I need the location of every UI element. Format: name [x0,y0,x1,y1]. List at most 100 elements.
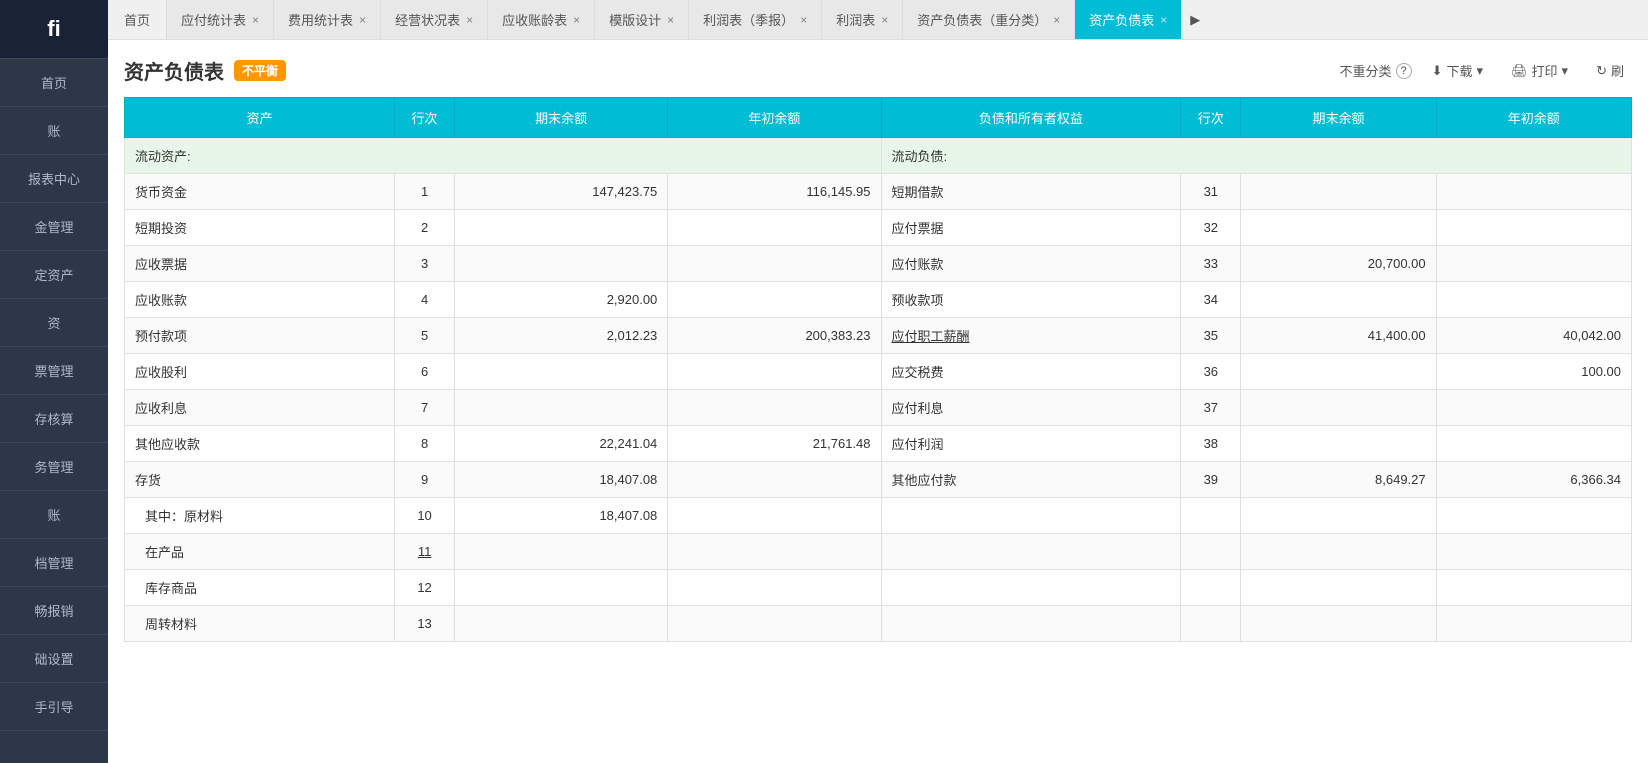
sidebar-item-ledger[interactable]: 账 [0,491,108,539]
asset-period-end [455,390,668,426]
asset-name: 在产品 [125,534,395,570]
asset-period-end [455,570,668,606]
tab-expense-stats[interactable]: 费用统计表 × [274,0,381,40]
table-row: 应收利息 7 应付利息 37 [125,390,1632,426]
table-row: 周转材料 13 [125,606,1632,642]
col-row-num2: 行次 [1181,98,1241,138]
download-icon: ⬇ [1432,63,1443,79]
page-header: 资产负债表 不平衡 不重分类 ? ⬇ 下载 ▾ 🖨 打印 ▾ ↻ [124,56,1632,85]
asset-name: 短期投资 [125,210,395,246]
asset-period-end: 147,423.75 [455,174,668,210]
asset-year-begin [668,210,881,246]
tab-profit[interactable]: 利润表 × [822,0,903,40]
tab-operations[interactable]: 经营状况表 × [381,0,488,40]
asset-name: 应收票据 [125,246,395,282]
tab-template-design[interactable]: 模版设计 × [595,0,689,40]
liability-row-num: 31 [1181,174,1241,210]
close-icon[interactable]: × [881,13,888,27]
sidebar-item-expense[interactable]: 畅报销 [0,587,108,635]
close-icon[interactable]: × [466,13,473,27]
close-icon[interactable]: × [1053,13,1060,27]
asset-year-begin [668,282,881,318]
liability-year-begin [1436,210,1631,246]
liability-name: 应付利润 [881,426,1181,462]
sidebar-item-ticket-mgmt[interactable]: 票管理 [0,347,108,395]
asset-row-num: 4 [395,282,455,318]
asset-name: 其他应收款 [125,426,395,462]
close-icon[interactable]: × [573,13,580,27]
liability-name: 短期借款 [881,174,1181,210]
close-icon[interactable]: × [359,13,366,27]
asset-year-begin [668,462,881,498]
close-icon[interactable]: × [800,13,807,27]
section-asset-label: 流动资产: [125,138,882,174]
asset-name: 应收利息 [125,390,395,426]
liability-period-end: 20,700.00 [1241,246,1436,282]
asset-period-end: 2,012.23 [455,318,668,354]
close-icon[interactable]: × [1160,13,1167,27]
liability-row-num: 33 [1181,246,1241,282]
liability-period-end [1241,606,1436,642]
sidebar-item-archive[interactable]: 档管理 [0,539,108,587]
close-icon[interactable]: × [252,13,259,27]
liability-name: 应付账款 [881,246,1181,282]
sidebar-item-home[interactable]: 首页 [0,59,108,107]
asset-period-end: 18,407.08 [455,498,668,534]
liability-name[interactable]: 应付职工薪酬 [881,318,1181,354]
tab-home[interactable]: 首页 [108,0,167,40]
sidebar-item-inventory[interactable]: 存核算 [0,395,108,443]
sidebar-item-fund-mgmt[interactable]: 金管理 [0,203,108,251]
asset-row-num: 9 [395,462,455,498]
sidebar-item-affairs-mgmt[interactable]: 务管理 [0,443,108,491]
asset-year-begin [668,498,881,534]
liability-row-num: 32 [1181,210,1241,246]
print-button[interactable]: 🖨 打印 ▾ [1503,57,1576,84]
tab-payable-stats[interactable]: 应付统计表 × [167,0,274,40]
col-period-end: 期末余额 [455,98,668,138]
table-row: 其他应收款 8 22,241.04 21,761.48 应付利润 38 [125,426,1632,462]
liability-row-num [1181,534,1241,570]
liability-period-end [1241,354,1436,390]
tab-receivable-aging[interactable]: 应收账龄表 × [488,0,595,40]
liability-year-begin [1436,498,1631,534]
sidebar-item-report-center[interactable]: 报表中心 [0,155,108,203]
tab-profit-quarterly[interactable]: 利润表（季报） × [689,0,822,40]
download-button[interactable]: ⬇ 下载 ▾ [1424,57,1491,84]
table-row: 其中：原材料 10 18,407.08 [125,498,1632,534]
asset-row-num: 12 [395,570,455,606]
sidebar-item-account[interactable]: 账 [0,107,108,155]
liability-name: 其他应付款 [881,462,1181,498]
asset-name: 应收账款 [125,282,395,318]
asset-row-num: 5 [395,318,455,354]
col-year-begin: 年初余额 [668,98,881,138]
sidebar-item-settings[interactable]: 础设置 [0,635,108,683]
close-icon[interactable]: × [667,13,674,27]
asset-period-end [455,354,668,390]
asset-period-end [455,210,668,246]
sidebar-item-resource[interactable]: 资 [0,299,108,347]
asset-name: 库存商品 [125,570,395,606]
sidebar-item-fixed-assets[interactable]: 定资产 [0,251,108,299]
no-classify-option[interactable]: 不重分类 ? [1340,61,1412,80]
sidebar: fi 首页 账 报表中心 金管理 定资产 资 票管理 存核算 务管理 账 档管理… [0,0,108,763]
section-liability-label: 流动负债: [881,138,1631,174]
liability-year-begin [1436,426,1631,462]
asset-row-num: 6 [395,354,455,390]
refresh-button[interactable]: ↻ 刷 [1588,57,1632,84]
balance-sheet-table: 资产 行次 期末余额 年初余额 负债和所有者权益 行次 期末余额 年初余额 流动… [124,97,1632,642]
asset-row-num[interactable]: 11 [395,534,455,570]
help-icon[interactable]: ? [1396,63,1412,79]
liability-row-num: 38 [1181,426,1241,462]
asset-period-end: 2,920.00 [455,282,668,318]
tab-balance-reclassified[interactable]: 资产负债表（重分类） × [903,0,1075,40]
tab-arrow[interactable]: ▶ [1182,0,1208,40]
asset-name: 应收股利 [125,354,395,390]
tab-balance-sheet[interactable]: 资产负债表 × [1075,0,1182,40]
sidebar-item-guide[interactable]: 手引导 [0,683,108,731]
liability-row-num: 36 [1181,354,1241,390]
col-liability: 负债和所有者权益 [881,98,1181,138]
liability-name: 应付利息 [881,390,1181,426]
table-row: 库存商品 12 [125,570,1632,606]
asset-year-begin [668,354,881,390]
content-area: 资产负债表 不平衡 不重分类 ? ⬇ 下载 ▾ 🖨 打印 ▾ ↻ [108,40,1648,763]
